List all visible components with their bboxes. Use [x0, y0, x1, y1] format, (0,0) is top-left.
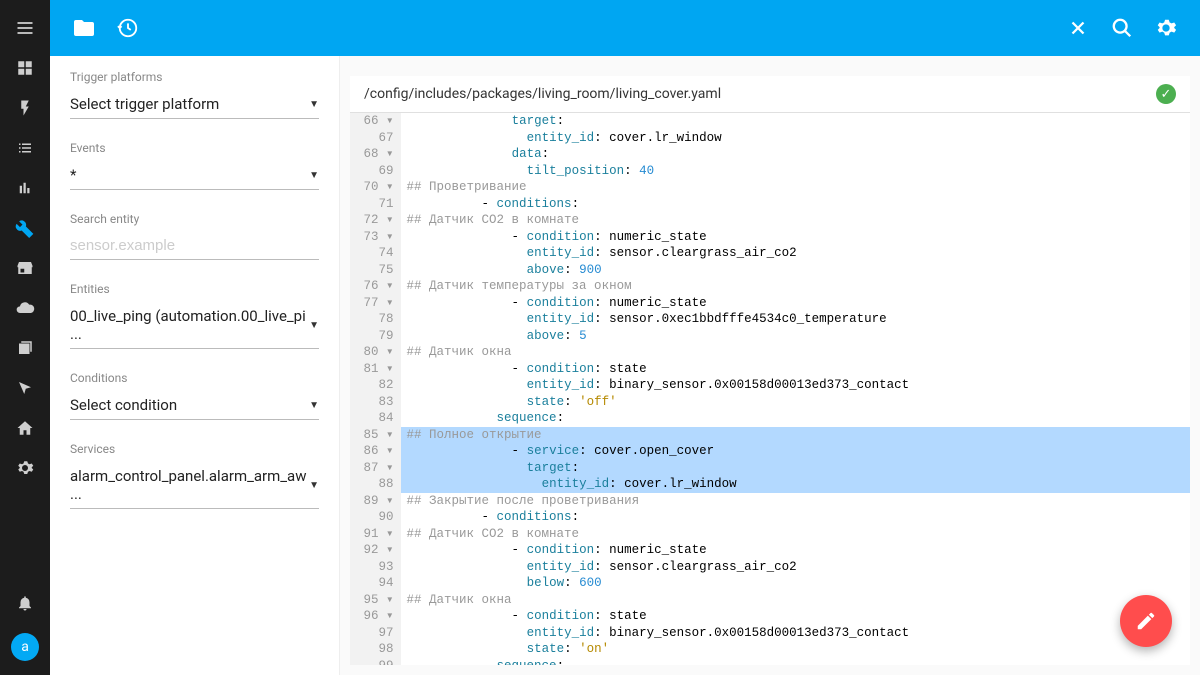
trigger-select[interactable]: Select trigger platform ▼	[70, 90, 319, 119]
entities-label: Entities	[70, 282, 319, 296]
store-icon[interactable]	[5, 248, 45, 288]
code-content[interactable]: target: entity_id: cover.lr_window data:…	[401, 113, 1190, 665]
fab-edit-button[interactable]	[1120, 595, 1172, 647]
conditions-label: Conditions	[70, 371, 319, 385]
filepath: /config/includes/packages/living_room/li…	[364, 86, 1156, 102]
nav-rail: a	[0, 0, 50, 675]
avatar[interactable]: a	[11, 633, 39, 661]
events-value: *	[70, 166, 76, 184]
list-icon[interactable]	[5, 128, 45, 168]
services-select[interactable]: alarm_control_panel.alarm_arm_aw ...▼	[70, 462, 319, 509]
events-select[interactable]: *▼	[70, 161, 319, 190]
topbar-settings-icon[interactable]	[1144, 6, 1188, 50]
chevron-down-icon: ▼	[309, 400, 319, 411]
close-icon[interactable]	[1056, 6, 1100, 50]
entities-select[interactable]: 00_live_ping (automation.00_live_pi ...▼	[70, 302, 319, 349]
pointer-icon[interactable]	[5, 368, 45, 408]
search-icon[interactable]	[1100, 6, 1144, 50]
chevron-down-icon: ▼	[309, 320, 319, 331]
events-label: Events	[70, 141, 319, 155]
cloud-icon[interactable]	[5, 288, 45, 328]
collections-icon[interactable]	[5, 328, 45, 368]
trigger-label: Trigger platforms	[70, 70, 319, 84]
conditions-select[interactable]: Select condition ▼	[70, 391, 319, 420]
bell-icon[interactable]	[5, 583, 45, 623]
services-label: Services	[70, 442, 319, 456]
flash-icon[interactable]	[5, 88, 45, 128]
home-icon[interactable]	[5, 408, 45, 448]
chart-icon[interactable]	[5, 168, 45, 208]
filepath-bar: /config/includes/packages/living_room/li…	[350, 76, 1190, 113]
valid-check-icon: ✓	[1156, 84, 1176, 104]
dashboard-icon[interactable]	[5, 48, 45, 88]
folder-icon[interactable]	[62, 6, 106, 50]
code-editor[interactable]: 66 ▾67 68 ▾69 70 ▾71 72 ▾73 ▾74 75 76 ▾7…	[350, 113, 1190, 665]
settings-icon[interactable]	[5, 448, 45, 488]
line-gutter: 66 ▾67 68 ▾69 70 ▾71 72 ▾73 ▾74 75 76 ▾7…	[350, 113, 400, 665]
editor-area: /config/includes/packages/living_room/li…	[340, 56, 1200, 675]
entities-value: 00_live_ping (automation.00_live_pi ...	[70, 307, 309, 343]
tools-sidebar: Trigger platforms Select trigger platfor…	[50, 56, 340, 675]
search-entity-label: Search entity	[70, 212, 319, 226]
history-icon[interactable]	[106, 6, 150, 50]
chevron-down-icon: ▼	[309, 99, 319, 110]
conditions-value: Select condition	[70, 396, 177, 414]
wrench-icon[interactable]	[5, 208, 45, 248]
services-value: alarm_control_panel.alarm_arm_aw ...	[70, 467, 309, 503]
search-entity-input[interactable]	[70, 232, 319, 260]
chevron-down-icon: ▼	[309, 170, 319, 181]
menu-icon[interactable]	[5, 8, 45, 48]
chevron-down-icon: ▼	[309, 480, 319, 491]
trigger-value: Select trigger platform	[70, 95, 219, 113]
topbar	[50, 0, 1200, 56]
